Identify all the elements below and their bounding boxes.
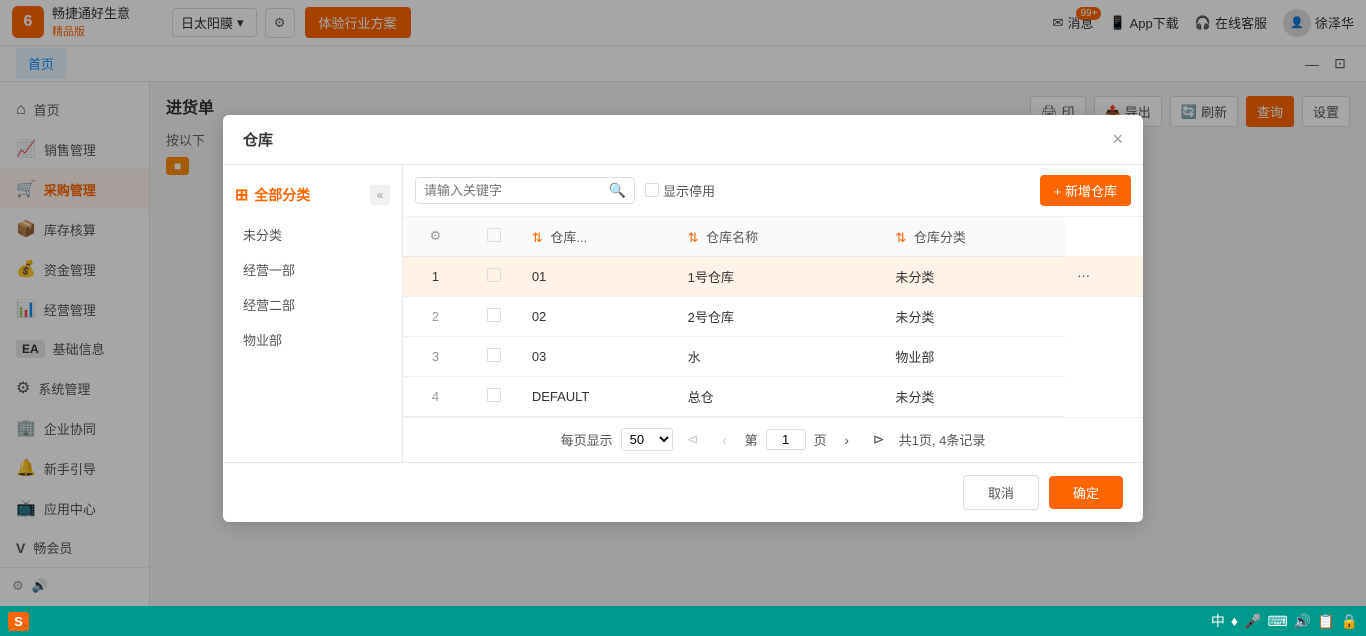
th-name[interactable]: ⇅ 仓库名称: [676, 217, 884, 257]
per-page-label: 每页显示: [561, 430, 613, 449]
prev-page-btn[interactable]: ‹: [713, 428, 737, 452]
modal-footer: 取消 确定: [223, 462, 1143, 522]
cell-name: 1号仓库: [676, 256, 884, 296]
row-checkbox-2[interactable]: [487, 348, 501, 362]
grid-icon: ⊞: [235, 185, 248, 205]
sort-icon-cat: ⇅: [895, 230, 906, 245]
taskbar: S 中 ♦ 🎤 ⌨ 🔊 📋 🔒: [0, 606, 1366, 636]
pagination: 每页显示 50 100 ⊲ ‹ 第 页 › ⊳ 共1页, 4条记录: [403, 417, 1143, 462]
show-disabled-checkbox[interactable]: [645, 183, 659, 197]
table-row[interactable]: 3 03 水 物业部: [403, 336, 1143, 376]
search-icon: 🔍: [609, 182, 626, 199]
cell-check: [468, 376, 520, 416]
table-header-row: ⚙ ⇅ 仓库... ⇅: [403, 217, 1143, 257]
modal-overlay: 仓库 × ⊞ 全部分类 « 未分类 经营一部 经营二部 物业部: [0, 0, 1366, 636]
cell-name: 总仓: [676, 376, 884, 416]
cell-check: [468, 296, 520, 336]
modal-title: 仓库: [243, 129, 273, 150]
taskbar-dot-icon[interactable]: ♦: [1231, 613, 1238, 629]
cell-category: 未分类: [883, 376, 1065, 416]
cell-actions[interactable]: ···: [1065, 256, 1143, 296]
cell-check: [468, 256, 520, 296]
per-page-select[interactable]: 50 100: [621, 428, 673, 451]
cell-name: 2号仓库: [676, 296, 884, 336]
table-row[interactable]: 2 02 2号仓库 未分类: [403, 296, 1143, 336]
category-item-unclassified[interactable]: 未分类: [223, 217, 402, 252]
next-page-btn[interactable]: ›: [835, 428, 859, 452]
page-suffix: 页: [814, 430, 827, 449]
sort-icon-code: ⇅: [532, 230, 543, 245]
row-checkbox-0[interactable]: [487, 268, 501, 282]
show-disabled-text: 显示停用: [663, 181, 715, 200]
category-item-dept2[interactable]: 经营二部: [223, 287, 402, 322]
warehouse-modal: 仓库 × ⊞ 全部分类 « 未分类 经营一部 经营二部 物业部: [223, 115, 1143, 522]
category-panel: ⊞ 全部分类 « 未分类 经营一部 经营二部 物业部: [223, 165, 403, 462]
cell-code: 02: [520, 296, 676, 336]
taskbar-mic-icon[interactable]: 🎤: [1244, 613, 1261, 630]
new-warehouse-button[interactable]: + 新增仓库: [1040, 175, 1131, 206]
th-settings: ⚙: [403, 217, 468, 257]
row-checkbox-3[interactable]: [487, 388, 501, 402]
taskbar-keyboard-icon[interactable]: ⌨: [1267, 613, 1287, 630]
all-category-btn[interactable]: ⊞ 全部分类: [235, 185, 310, 205]
table-panel: 🔍 显示停用 + 新增仓库 ⚙: [403, 165, 1143, 462]
cell-category: 物业部: [883, 336, 1065, 376]
cell-seq: 4: [403, 376, 468, 416]
table-toolbar: 🔍 显示停用 + 新增仓库: [403, 165, 1143, 217]
th-name-label: 仓库名称: [706, 230, 758, 245]
sort-icon-name: ⇅: [688, 230, 699, 245]
table-wrap: ⚙ ⇅ 仓库... ⇅: [403, 217, 1143, 417]
modal-close-button[interactable]: ×: [1112, 129, 1123, 150]
taskbar-left: S: [8, 612, 29, 631]
last-page-btn[interactable]: ⊳: [867, 428, 891, 452]
taskbar-zh-icon[interactable]: 中: [1211, 611, 1225, 631]
first-page-btn[interactable]: ⊲: [681, 428, 705, 452]
taskbar-clipboard-icon[interactable]: 📋: [1317, 613, 1334, 630]
cancel-button[interactable]: 取消: [963, 475, 1039, 510]
th-category-label: 仓库分类: [914, 230, 966, 245]
confirm-button[interactable]: 确定: [1049, 476, 1123, 509]
th-category[interactable]: ⇅ 仓库分类: [883, 217, 1065, 257]
taskbar-logo: S: [8, 612, 29, 631]
cell-code: 01: [520, 256, 676, 296]
collapse-button[interactable]: «: [370, 185, 390, 205]
warehouse-table: ⚙ ⇅ 仓库... ⇅: [403, 217, 1143, 417]
category-item-dept1[interactable]: 经营一部: [223, 252, 402, 287]
taskbar-lock-icon[interactable]: 🔒: [1341, 613, 1358, 630]
total-info: 共1页, 4条记录: [899, 430, 986, 449]
table-row[interactable]: 1 01 1号仓库 未分类 ···: [403, 256, 1143, 296]
search-input-wrap: 🔍: [415, 177, 635, 204]
category-header: ⊞ 全部分类 «: [223, 177, 402, 213]
cell-category: 未分类: [883, 296, 1065, 336]
settings-th-icon: ⚙: [430, 228, 442, 243]
cell-seq: 2: [403, 296, 468, 336]
cell-code: DEFAULT: [520, 376, 676, 416]
row-checkbox-1[interactable]: [487, 308, 501, 322]
th-check: [468, 217, 520, 257]
page-number-input[interactable]: [766, 429, 806, 450]
cell-name: 水: [676, 336, 884, 376]
page-label: 第: [745, 430, 758, 449]
th-code-label: 仓库...: [550, 230, 587, 245]
modal-header: 仓库 ×: [223, 115, 1143, 165]
search-input[interactable]: [424, 183, 609, 198]
cell-check: [468, 336, 520, 376]
modal-body: ⊞ 全部分类 « 未分类 经营一部 经营二部 物业部 🔍: [223, 165, 1143, 462]
select-all-checkbox[interactable]: [487, 228, 501, 242]
cell-seq: 3: [403, 336, 468, 376]
table-row[interactable]: 4 DEFAULT 总仓 未分类: [403, 376, 1143, 416]
taskbar-right: 中 ♦ 🎤 ⌨ 🔊 📋 🔒: [1211, 611, 1358, 631]
category-item-property[interactable]: 物业部: [223, 322, 402, 357]
cell-code: 03: [520, 336, 676, 376]
th-code[interactable]: ⇅ 仓库...: [520, 217, 676, 257]
taskbar-speaker-icon[interactable]: 🔊: [1294, 613, 1311, 630]
cell-category: 未分类: [883, 256, 1065, 296]
show-disabled-label[interactable]: 显示停用: [645, 181, 715, 200]
cell-seq: 1: [403, 256, 468, 296]
all-category-label: 全部分类: [254, 185, 310, 205]
